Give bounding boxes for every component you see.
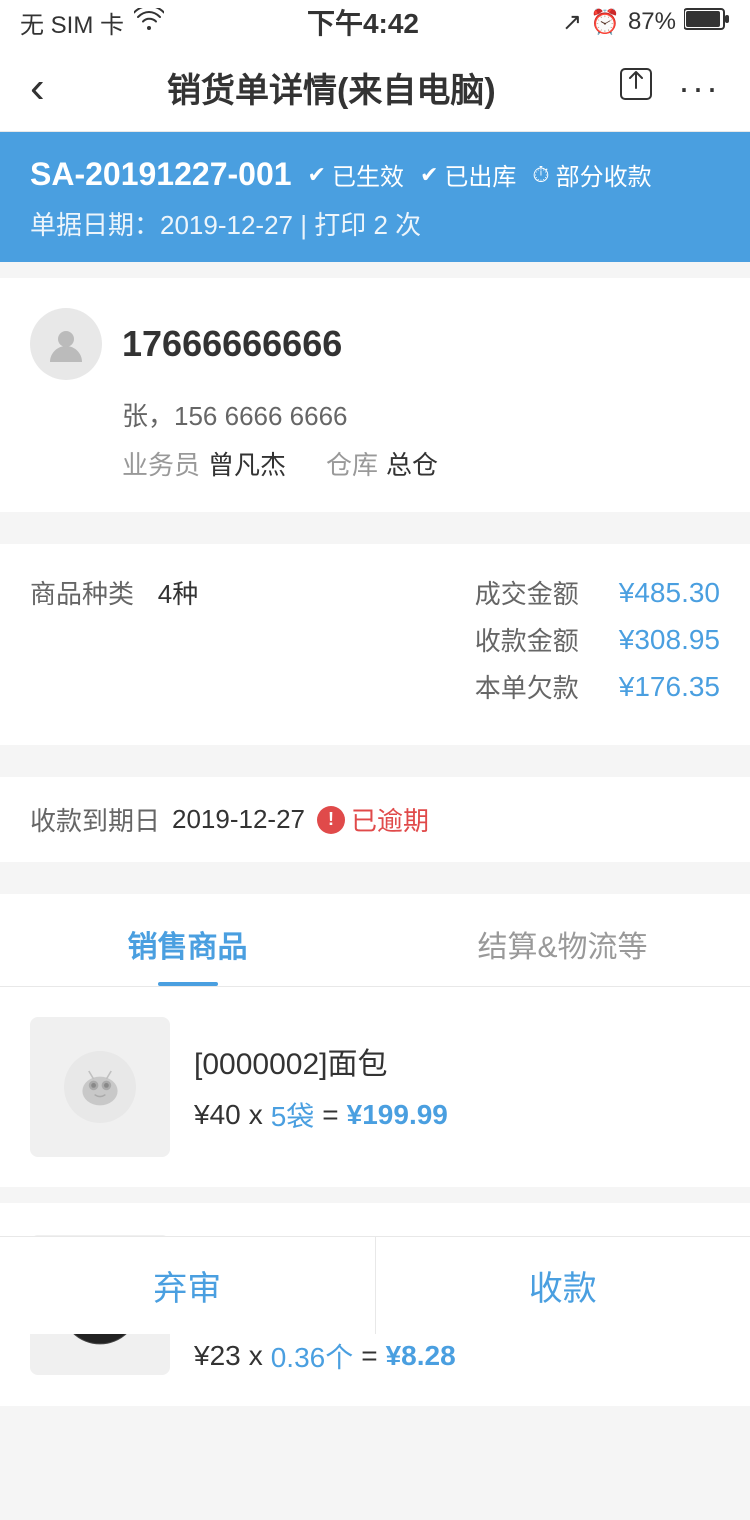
order-id: SA-20191227-001	[30, 156, 292, 193]
amount-value-2: ¥308.95	[619, 624, 720, 656]
product-card-1: [0000002]面包 ¥40 x 5袋 = ¥199.99	[0, 987, 750, 1187]
status-label-1: 已生效	[332, 157, 404, 192]
overdue-icon: !	[317, 806, 345, 834]
product-type-item: 商品种类 4种	[30, 574, 198, 611]
tab-2-label: 结算&物流等	[477, 931, 647, 964]
warehouse-item: 仓库 总仓	[326, 445, 438, 482]
salesperson-value: 曾凡杰	[208, 445, 286, 482]
check-icon-2: ✔	[420, 162, 438, 188]
customer-info-row: 业务员 曾凡杰 仓库 总仓	[30, 445, 720, 482]
salesperson-label: 业务员	[122, 445, 200, 482]
amount-label-2: 收款金额	[475, 621, 579, 658]
divider-4	[0, 878, 750, 894]
amount-label-3: 本单欠款	[475, 668, 579, 705]
order-banner: SA-20191227-001 ✔ 已生效 ✔ 已出库 ⏱ 部分收款 单据日期：…	[0, 132, 750, 262]
products-section: [0000002]面包 ¥40 x 5袋 = ¥199.99 品牌	[0, 987, 750, 1406]
order-meta-date: 单据日期：2019-12-27	[30, 210, 293, 240]
price-base-2: ¥23	[194, 1340, 241, 1372]
status-bar: 无 SIM 卡 下午4:42 ↗ ⏰ 87%	[0, 0, 750, 44]
nav-actions: ···	[618, 66, 720, 110]
price-base-1: ¥40	[194, 1099, 241, 1131]
product-type-value: 4种	[158, 579, 198, 609]
status-badge-3: ⏱ 部分收款	[532, 157, 651, 192]
location-icon: ↗	[562, 8, 582, 37]
status-badge-2: ✔ 已出库	[420, 157, 516, 192]
tab-1-label: 销售商品	[128, 931, 248, 964]
product-name-1: [0000002]面包	[194, 1039, 720, 1083]
amount-row-3: 本单欠款 ¥176.35	[475, 668, 720, 705]
more-button[interactable]: ···	[678, 67, 720, 109]
warehouse-value: 总仓	[386, 445, 438, 482]
status-left: 无 SIM 卡	[20, 5, 164, 40]
collect-payment-button[interactable]: 收款	[376, 1237, 750, 1334]
amount-value-3: ¥176.35	[619, 671, 720, 703]
status-label-3: 部分收款	[556, 157, 652, 192]
amount-row-1: 成交金额 ¥485.30	[475, 574, 720, 611]
price-eq-2: =	[361, 1340, 377, 1372]
customer-section: 17666666666 张，156 6666 6666 业务员 曾凡杰 仓库 总…	[0, 278, 750, 512]
divider-1	[0, 262, 750, 278]
warehouse-label: 仓库	[326, 445, 378, 482]
summary-left: 商品种类 4种	[30, 574, 198, 619]
tab-sales-products[interactable]: 销售商品	[0, 894, 375, 986]
bottom-bar: 弃审 收款	[0, 1236, 750, 1334]
status-badge-1: ✔ 已生效	[308, 157, 404, 192]
price-x-1: x	[249, 1099, 263, 1131]
alarm-icon: ⏰	[590, 8, 620, 37]
price-eq-1: =	[322, 1099, 338, 1131]
wifi-icon	[134, 8, 164, 37]
divider-3	[0, 761, 750, 777]
price-total-2: ¥8.28	[386, 1340, 456, 1372]
tabs-section: 销售商品 结算&物流等	[0, 894, 750, 987]
summary-section: 商品种类 4种 成交金额 ¥485.30 收款金额 ¥308.95 本单欠款 ¥…	[0, 544, 750, 745]
due-section: 收款到期日 2019-12-27 ! 已逾期	[0, 777, 750, 862]
status-time: 下午4:42	[307, 2, 419, 42]
summary-right: 成交金额 ¥485.30 收款金额 ¥308.95 本单欠款 ¥176.35	[475, 574, 720, 715]
order-meta: 单据日期：2019-12-27 | 打印 2 次	[30, 205, 720, 242]
product-type-label: 商品种类	[30, 579, 134, 609]
carrier-text: 无 SIM 卡	[20, 5, 124, 40]
overdue-badge: ! 已逾期	[317, 801, 429, 838]
product-image-1	[30, 1017, 170, 1157]
product-info-1: [0000002]面包 ¥40 x 5袋 = ¥199.99	[194, 1039, 720, 1135]
cancel-review-button[interactable]: 弃审	[0, 1237, 376, 1334]
price-qty-2: 0.36个	[271, 1336, 354, 1376]
amount-label-1: 成交金额	[475, 574, 579, 611]
product-price-row-2: ¥23 x 0.36个 = ¥8.28	[194, 1336, 720, 1376]
amount-row-2: 收款金额 ¥308.95	[475, 621, 720, 658]
avatar	[30, 308, 102, 380]
order-banner-top: SA-20191227-001 ✔ 已生效 ✔ 已出库 ⏱ 部分收款	[30, 156, 720, 193]
due-label: 收款到期日	[30, 801, 160, 838]
status-right: ↗ ⏰ 87%	[562, 8, 730, 37]
customer-name: 17666666666	[122, 323, 342, 365]
customer-row: 17666666666	[30, 308, 720, 380]
back-button[interactable]: ‹	[30, 63, 45, 113]
share-button[interactable]	[618, 66, 654, 110]
product-price-row-1: ¥40 x 5袋 = ¥199.99	[194, 1095, 720, 1135]
page-title: 销货单详情(来自电脑)	[167, 63, 496, 112]
due-date: 2019-12-27	[172, 804, 305, 835]
customer-detail: 张，156 6666 6666	[30, 396, 720, 433]
price-qty-1: 5袋	[271, 1095, 315, 1135]
battery-icon	[684, 8, 730, 37]
order-meta-print: 打印 2 次	[314, 210, 421, 240]
check-icon-1: ✔	[308, 162, 326, 188]
status-label-2: 已出库	[444, 157, 516, 192]
bottom-spacer	[0, 1422, 750, 1520]
overdue-text: 已逾期	[351, 801, 429, 838]
order-meta-sep: |	[300, 210, 314, 240]
nav-bar: ‹ 销货单详情(来自电脑) ···	[0, 44, 750, 132]
price-x-2: x	[249, 1340, 263, 1372]
battery-percentage: 87%	[628, 8, 676, 36]
price-total-1: ¥199.99	[347, 1099, 448, 1131]
tabs-row: 销售商品 结算&物流等	[0, 894, 750, 986]
divider-2	[0, 528, 750, 544]
salesperson-item: 业务员 曾凡杰	[122, 445, 286, 482]
tab-settlement[interactable]: 结算&物流等	[375, 894, 750, 986]
amount-value-1: ¥485.30	[619, 577, 720, 609]
clock-icon: ⏱	[532, 162, 549, 188]
